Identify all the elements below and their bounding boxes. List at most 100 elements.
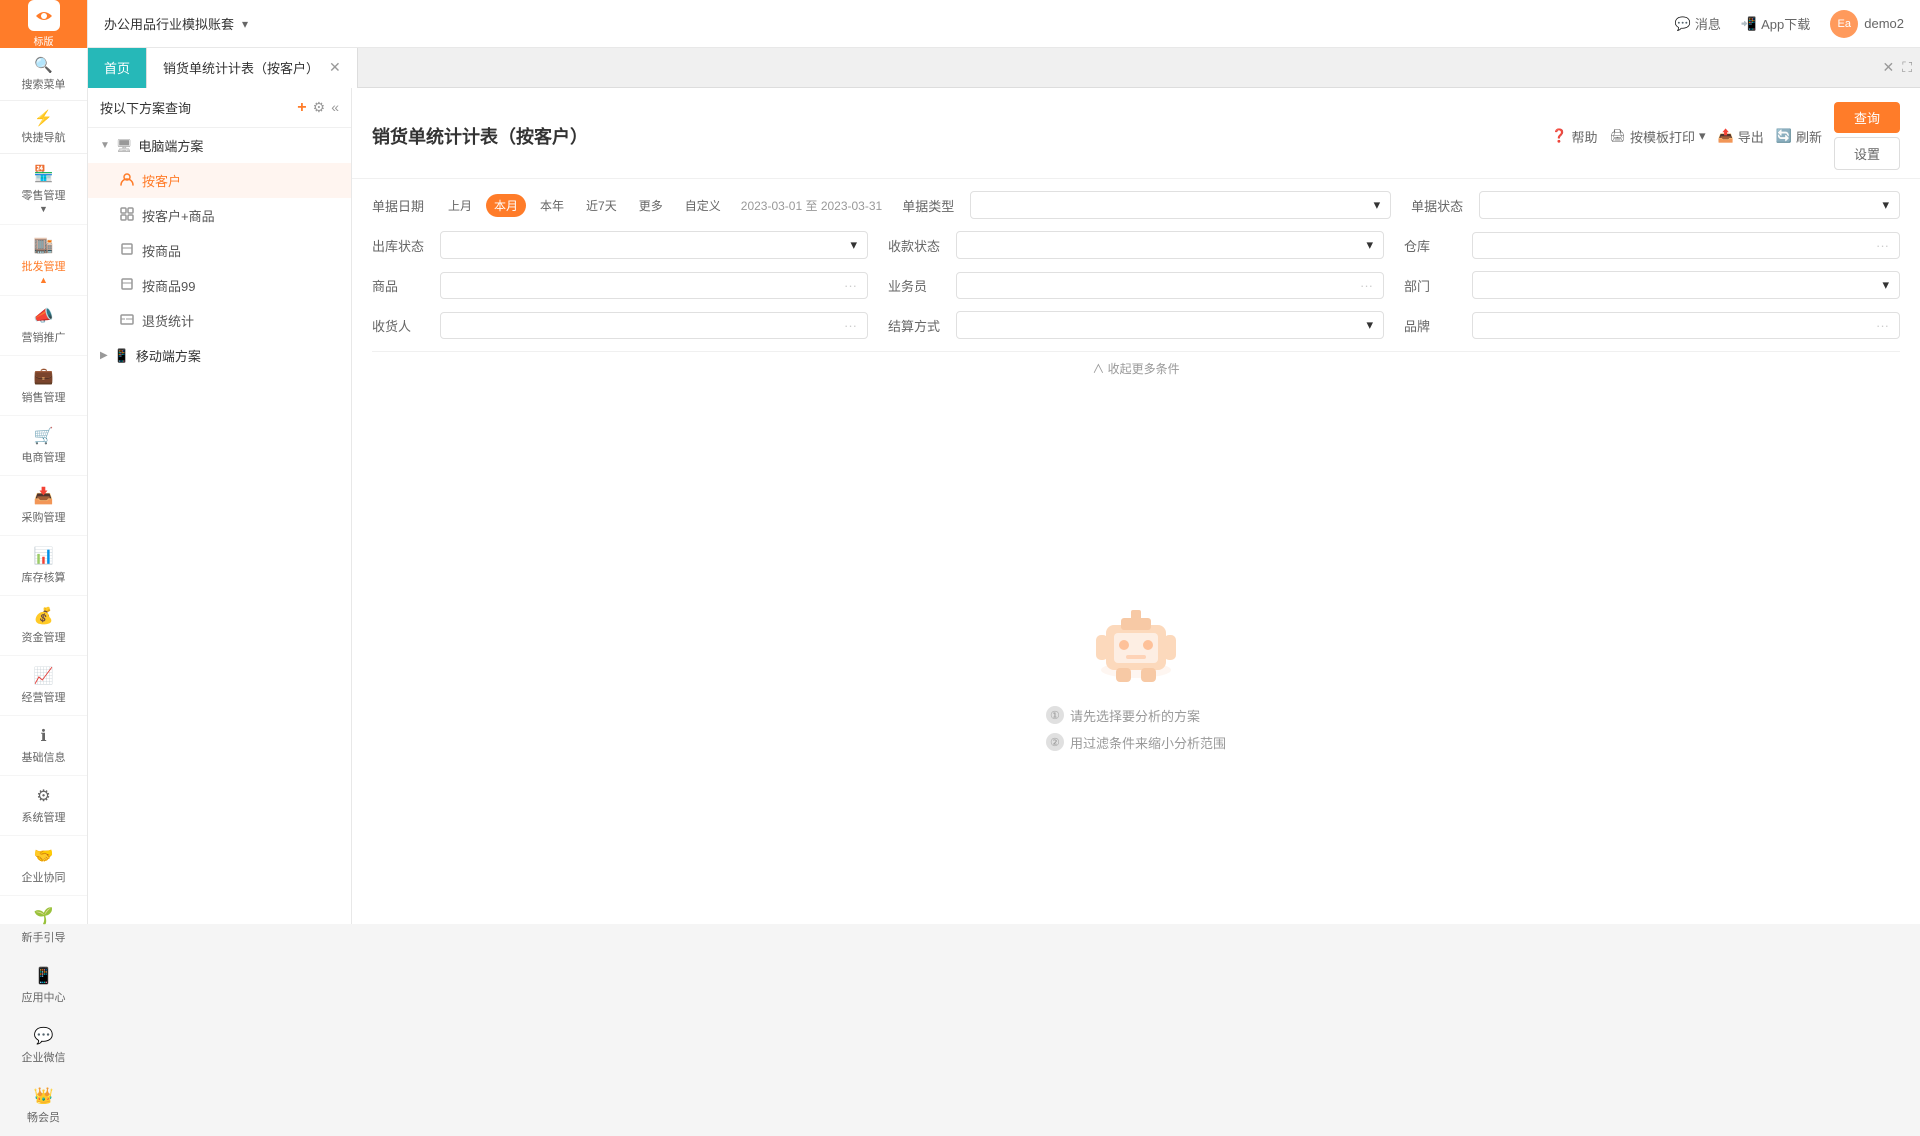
sidebar-item-sales[interactable]: 💼 销售管理: [0, 356, 87, 416]
sidebar-item-ecommerce[interactable]: 🛒 电商管理: [0, 416, 87, 476]
scheme-item-by-customer-product[interactable]: 按客户+商品: [88, 198, 351, 233]
chevron-down-icon: ▾: [1374, 197, 1381, 213]
sidebar-item-label: 电商管理: [22, 449, 66, 465]
tab-sales-stats-label: 销货单统计计表（按客户）: [163, 58, 319, 77]
scheme-item-by-customer[interactable]: 按客户: [88, 163, 351, 198]
scheme-item-by-product[interactable]: 按商品: [88, 233, 351, 268]
sidebar-item-label: 应用中心: [22, 989, 66, 1005]
sidebar-item-system[interactable]: ⚙ 系统管理: [0, 776, 87, 836]
date-tab-more[interactable]: 更多: [631, 194, 671, 217]
scheme-group-label: 电脑端方案: [138, 136, 203, 155]
chevron-down-icon: ▼: [39, 204, 48, 214]
date-tab-custom[interactable]: 自定义: [677, 194, 729, 217]
return-stats-icon: [120, 312, 134, 329]
header-dropdown-icon[interactable]: ▾: [242, 17, 248, 31]
sales-icon: 💼: [34, 366, 54, 386]
product-input[interactable]: ···: [440, 272, 868, 299]
sidebar-item-retail[interactable]: 🏪 零售管理 ▼: [0, 154, 87, 225]
date-tab-this-year[interactable]: 本年: [532, 194, 572, 217]
department-input[interactable]: ▾: [1472, 271, 1900, 299]
settings-scheme-btn[interactable]: ⚙: [313, 99, 326, 117]
print-btn[interactable]: 🖨 按模板打印 ▾: [1610, 127, 1706, 146]
bill-type-input[interactable]: ▾: [970, 191, 1391, 219]
export-btn[interactable]: 📤 导出: [1718, 127, 1764, 146]
receiver-input[interactable]: ···: [440, 312, 868, 339]
tip-num-1: ①: [1046, 706, 1064, 724]
brand-input[interactable]: ···: [1472, 312, 1900, 339]
sidebar: 标版 🔍 搜索菜单 ⚡ 快捷导航 🏪 零售管理 ▼ 🏬 批发管理 ▲ 📣 营销推…: [0, 0, 88, 924]
add-scheme-btn[interactable]: +: [297, 99, 306, 117]
refresh-btn[interactable]: 🔄 刷新: [1776, 127, 1822, 146]
app-download-btn[interactable]: 📲 App下载: [1741, 14, 1810, 33]
settings-button[interactable]: 设置: [1834, 137, 1900, 170]
quick-nav-item[interactable]: ⚡ 快捷导航: [0, 101, 87, 154]
sidebar-item-wechat[interactable]: 💬 企业微信: [0, 1016, 87, 1076]
scheme-group-header-desktop[interactable]: ▼ 🖥 电脑端方案: [88, 128, 351, 163]
salesperson-input[interactable]: ···: [956, 272, 1384, 299]
scheme-item-label: 退货统计: [142, 311, 194, 330]
sidebar-item-purchase[interactable]: 📥 采购管理: [0, 476, 87, 536]
product-99-icon: [120, 277, 134, 294]
wechat-icon: 💬: [34, 1026, 54, 1046]
help-btn[interactable]: ❓ 帮助: [1551, 127, 1597, 146]
sidebar-item-operations[interactable]: 📈 经营管理: [0, 656, 87, 716]
customer-icon: [120, 172, 134, 189]
chevron-down-icon: ▾: [850, 237, 857, 253]
user-profile-btn[interactable]: Ea demo2: [1830, 10, 1904, 38]
filter-row-4: 收货人 ··· 结算方式 ▾ 品牌: [372, 311, 1900, 339]
warehouse-input[interactable]: ···: [1472, 232, 1900, 259]
payment-status-input[interactable]: ▾: [956, 231, 1384, 259]
filter-warehouse: 仓库 ···: [1404, 232, 1900, 259]
search-menu-item[interactable]: 🔍 搜索菜单: [0, 48, 87, 101]
window-close-icon[interactable]: ✕: [1882, 59, 1894, 76]
query-button[interactable]: 查询: [1834, 102, 1900, 133]
app-download-label: App下载: [1761, 14, 1810, 33]
appstore-icon: 📱: [34, 966, 54, 986]
filter-row-2: 出库状态 ▾ 收款状态 ▾ 仓库: [372, 231, 1900, 259]
message-btn[interactable]: 💬 消息: [1675, 14, 1721, 33]
filter-bill-status: 单据状态 ▾: [1411, 191, 1900, 219]
sidebar-item-wholesale[interactable]: 🏬 批发管理 ▲: [0, 225, 87, 296]
collapse-panel-btn[interactable]: «: [331, 99, 339, 117]
tab-home[interactable]: 首页: [88, 48, 147, 88]
sidebar-item-basic[interactable]: ℹ 基础信息: [0, 716, 87, 776]
content-area: 按以下方案查询 + ⚙ « ▼ 🖥 电脑端方案: [88, 88, 1920, 924]
date-tab-last-month[interactable]: 上月: [440, 194, 480, 217]
sidebar-item-member[interactable]: 👑 畅会员: [0, 1076, 87, 1136]
header-right: 💬 消息 📲 App下载 Ea demo2: [1675, 10, 1904, 38]
avatar-text: Ea: [1838, 18, 1851, 30]
scheme-group-header-mobile[interactable]: ▶ 📱 移动端方案: [88, 338, 351, 373]
collapse-bar[interactable]: ∧ 收起更多条件: [372, 351, 1900, 385]
scheme-item-by-product-99[interactable]: 按商品99: [88, 268, 351, 303]
scheme-item-return-stats[interactable]: 退货统计: [88, 303, 351, 338]
empty-tip-1: ① 请先选择要分析的方案: [1046, 706, 1226, 725]
window-maximize-icon[interactable]: ⛶: [1902, 59, 1912, 76]
message-label: 消息: [1695, 14, 1721, 33]
mobile-icon: 📱: [114, 348, 130, 364]
settlement-input[interactable]: ▾: [956, 311, 1384, 339]
purchase-icon: 📥: [34, 486, 54, 506]
logo-icon: [28, 0, 60, 31]
tab-bar: 首页 销货单统计计表（按客户） ✕ ✕ ⛶: [88, 48, 1920, 88]
product-icon: [120, 242, 134, 259]
date-tab-last-7[interactable]: 近7天: [578, 194, 625, 217]
chevron-up-icon: ∧: [1092, 362, 1107, 376]
export-label: 导出: [1738, 127, 1764, 146]
date-tab-this-month[interactable]: 本月: [486, 194, 526, 217]
chevron-down-icon: ▾: [1366, 317, 1373, 333]
filter-payment-status: 收款状态 ▾: [888, 231, 1384, 259]
sidebar-item-inventory[interactable]: 📊 库存核算: [0, 536, 87, 596]
sidebar-item-newbie[interactable]: 🌱 新手引导: [0, 896, 87, 956]
sidebar-item-finance[interactable]: 💰 资金管理: [0, 596, 87, 656]
sidebar-item-label: 企业微信: [22, 1049, 66, 1065]
tab-close-icon[interactable]: ✕: [329, 59, 341, 76]
avatar: Ea: [1830, 10, 1858, 38]
sidebar-item-enterprise[interactable]: 🤝 企业协同: [0, 836, 87, 896]
out-status-input[interactable]: ▾: [440, 231, 868, 259]
inventory-icon: 📊: [34, 546, 54, 566]
bill-status-input[interactable]: ▾: [1479, 191, 1900, 219]
sidebar-item-appstore[interactable]: 📱 应用中心: [0, 956, 87, 1016]
chevron-right-icon: ▶: [100, 350, 108, 361]
tab-sales-stats[interactable]: 销货单统计计表（按客户） ✕: [147, 48, 358, 88]
sidebar-item-marketing[interactable]: 📣 营销推广: [0, 296, 87, 356]
